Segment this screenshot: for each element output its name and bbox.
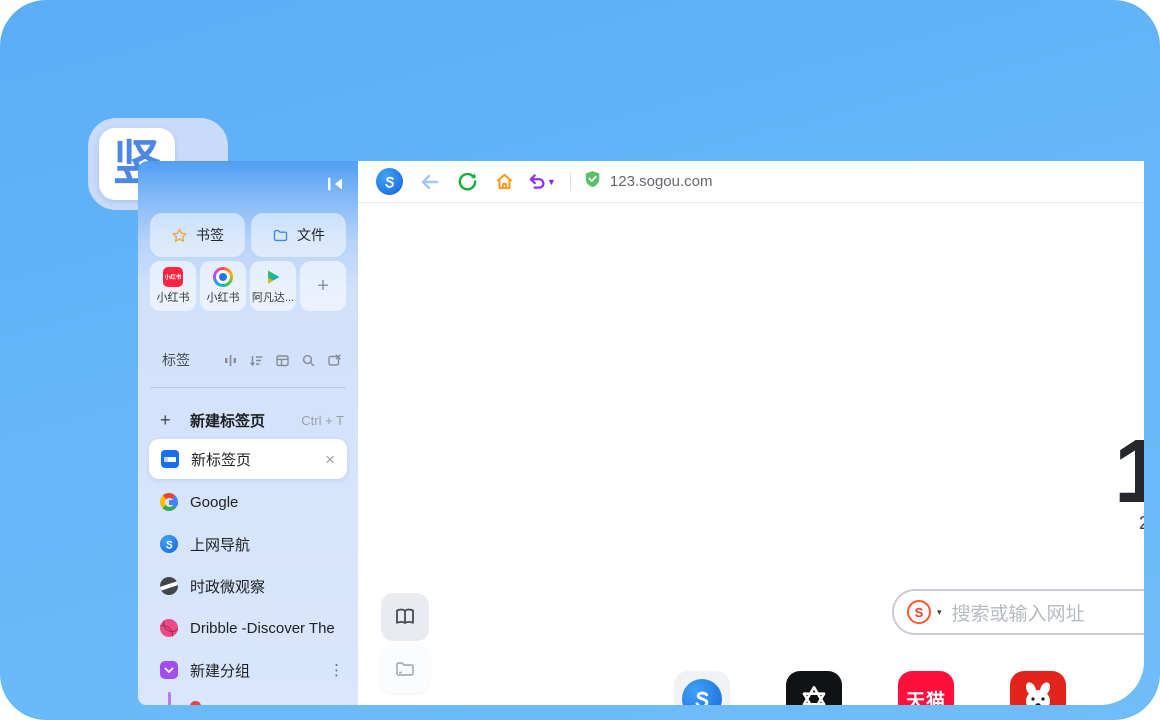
search-input-placeholder: 搜索或输入网址 xyxy=(952,599,1085,626)
sogou-logo-icon[interactable] xyxy=(376,168,403,195)
reading-list-button[interactable] xyxy=(381,593,429,641)
tab-news[interactable]: 时政微观察 xyxy=(138,565,358,607)
vertical-tab-sidebar: 书签 文件 小红书 小红书 小红书 xyxy=(138,161,358,705)
new-tab-button[interactable]: + 新建标签页 Ctrl + T xyxy=(160,407,344,433)
tabs-toolbar xyxy=(222,352,342,368)
new-tab-shortcut: Ctrl + T xyxy=(301,413,344,428)
tab-label: Dribble -Discover The xyxy=(190,620,335,637)
files-button-label: 文件 xyxy=(297,225,325,245)
tab-dribbble[interactable]: Dribble -Discover The xyxy=(138,607,358,649)
chatgpt-icon xyxy=(797,682,831,705)
folder-outline-icon xyxy=(393,657,417,681)
collections-button[interactable] xyxy=(381,645,429,693)
quick-link-sogou[interactable] xyxy=(674,671,730,705)
active-tab-label: 新标签页 xyxy=(191,449,251,470)
tab-grid-icon[interactable] xyxy=(274,352,290,368)
sidebar-divider xyxy=(150,387,346,388)
quick-link-jd[interactable] xyxy=(1010,671,1066,705)
plus-icon: + xyxy=(160,411,178,429)
rainbow-circle-icon xyxy=(213,267,233,287)
home-icon[interactable] xyxy=(489,167,519,197)
tab-width-icon[interactable] xyxy=(222,352,238,368)
engine-letter: S xyxy=(915,606,924,619)
sort-tabs-icon[interactable] xyxy=(248,352,264,368)
site-security-shield-icon[interactable] xyxy=(583,169,602,194)
tab-sogou-navigation[interactable]: 上网导航 xyxy=(138,523,358,565)
quick-link-chatgpt[interactable] xyxy=(786,671,842,705)
bookmark-tile-label: 小红书 xyxy=(207,289,240,305)
undo-icon xyxy=(526,172,546,192)
engine-dropdown-icon[interactable]: ▾ xyxy=(937,607,942,618)
jd-dog-icon xyxy=(1018,679,1058,705)
tabs-section-label: 标签 xyxy=(162,350,190,370)
active-tab-new-tab-page[interactable]: 新标签页 × xyxy=(149,439,347,479)
search-tabs-icon[interactable] xyxy=(300,352,316,368)
clock-partial: 1 xyxy=(1114,427,1144,517)
close-tab-icon[interactable]: × xyxy=(325,451,335,468)
google-icon xyxy=(160,493,178,511)
browser-main: ▼ 123.sogou.com 1 20 S ▾ 搜索或输入网址 xyxy=(358,161,1144,705)
news-site-icon xyxy=(160,577,178,595)
sogou-browser-icon xyxy=(682,679,722,705)
tab-label: 上网导航 xyxy=(190,534,250,555)
back-icon[interactable] xyxy=(415,167,445,197)
bookmark-tile-xiaohongshu-2[interactable]: 小红书 xyxy=(200,261,246,311)
new-tab-page-icon xyxy=(161,450,179,468)
search-engine-icon[interactable]: S xyxy=(907,600,931,624)
date-partial: 20 xyxy=(1139,513,1144,534)
quick-links-row: 天猫 xyxy=(674,671,1066,705)
tmall-icon: 天猫 xyxy=(906,686,946,706)
star-icon xyxy=(171,227,188,244)
collapse-sidebar-icon[interactable] xyxy=(324,173,346,195)
book-icon xyxy=(393,605,417,629)
files-button[interactable]: 文件 xyxy=(251,213,346,257)
refresh-icon[interactable] xyxy=(452,167,482,197)
tab-label: 时政微观察 xyxy=(190,576,265,597)
bookmark-tile-avatar[interactable]: 阿凡达... xyxy=(250,261,296,311)
xiaohongshu-icon: 小红书 xyxy=(163,267,183,287)
tab-label: 新建分组 xyxy=(190,660,250,681)
sidebar-top-buttons: 书签 文件 xyxy=(150,213,346,257)
add-bookmark-tile[interactable]: + xyxy=(300,261,346,311)
desktop-background: 竖 书签 文件 小红书 小红书 xyxy=(0,0,1160,720)
browser-window: 书签 文件 小红书 小红书 小红书 xyxy=(138,161,1144,705)
sogou-icon xyxy=(160,535,178,553)
quick-link-tmall[interactable]: 天猫 xyxy=(898,671,954,705)
undo-button[interactable]: ▼ xyxy=(526,172,556,192)
bookmarks-button-label: 书签 xyxy=(196,225,224,245)
tab-label: Google xyxy=(190,494,238,511)
toolbar-separator xyxy=(570,173,571,191)
recently-closed-icon[interactable] xyxy=(326,352,342,368)
bookmark-tiles: 小红书 小红书 小红书 阿凡达... + xyxy=(150,261,346,311)
tab-group-indicator-bar xyxy=(168,692,171,705)
tab-group-new[interactable]: 新建分组 ⋮ xyxy=(138,649,358,691)
folder-icon xyxy=(272,227,289,244)
browser-toolbar: ▼ 123.sogou.com xyxy=(358,161,1144,203)
grouped-tab-favicon-partial xyxy=(190,701,201,705)
address-bar-url[interactable]: 123.sogou.com xyxy=(610,173,713,190)
search-box[interactable]: S ▾ 搜索或输入网址 xyxy=(892,589,1144,635)
bookmarks-button[interactable]: 书签 xyxy=(150,213,245,257)
group-menu-icon[interactable]: ⋮ xyxy=(329,661,344,679)
tab-list: Google 上网导航 时政微观察 Dribble -Discover The … xyxy=(138,481,358,691)
undo-dropdown-icon: ▼ xyxy=(547,177,556,187)
tabs-section-header: 标签 xyxy=(162,349,342,371)
dribbble-icon xyxy=(160,619,178,637)
tab-group-icon xyxy=(160,661,178,679)
tencent-video-icon xyxy=(263,267,283,287)
new-tab-label: 新建标签页 xyxy=(190,410,265,431)
tab-google[interactable]: Google xyxy=(138,481,358,523)
bookmark-tile-label: 阿凡达... xyxy=(252,289,294,305)
plus-icon: + xyxy=(317,276,329,296)
bookmark-tile-label: 小红书 xyxy=(157,289,190,305)
bookmark-tile-xiaohongshu[interactable]: 小红书 小红书 xyxy=(150,261,196,311)
new-tab-page: 1 20 S ▾ 搜索或输入网址 天猫 xyxy=(358,203,1144,705)
